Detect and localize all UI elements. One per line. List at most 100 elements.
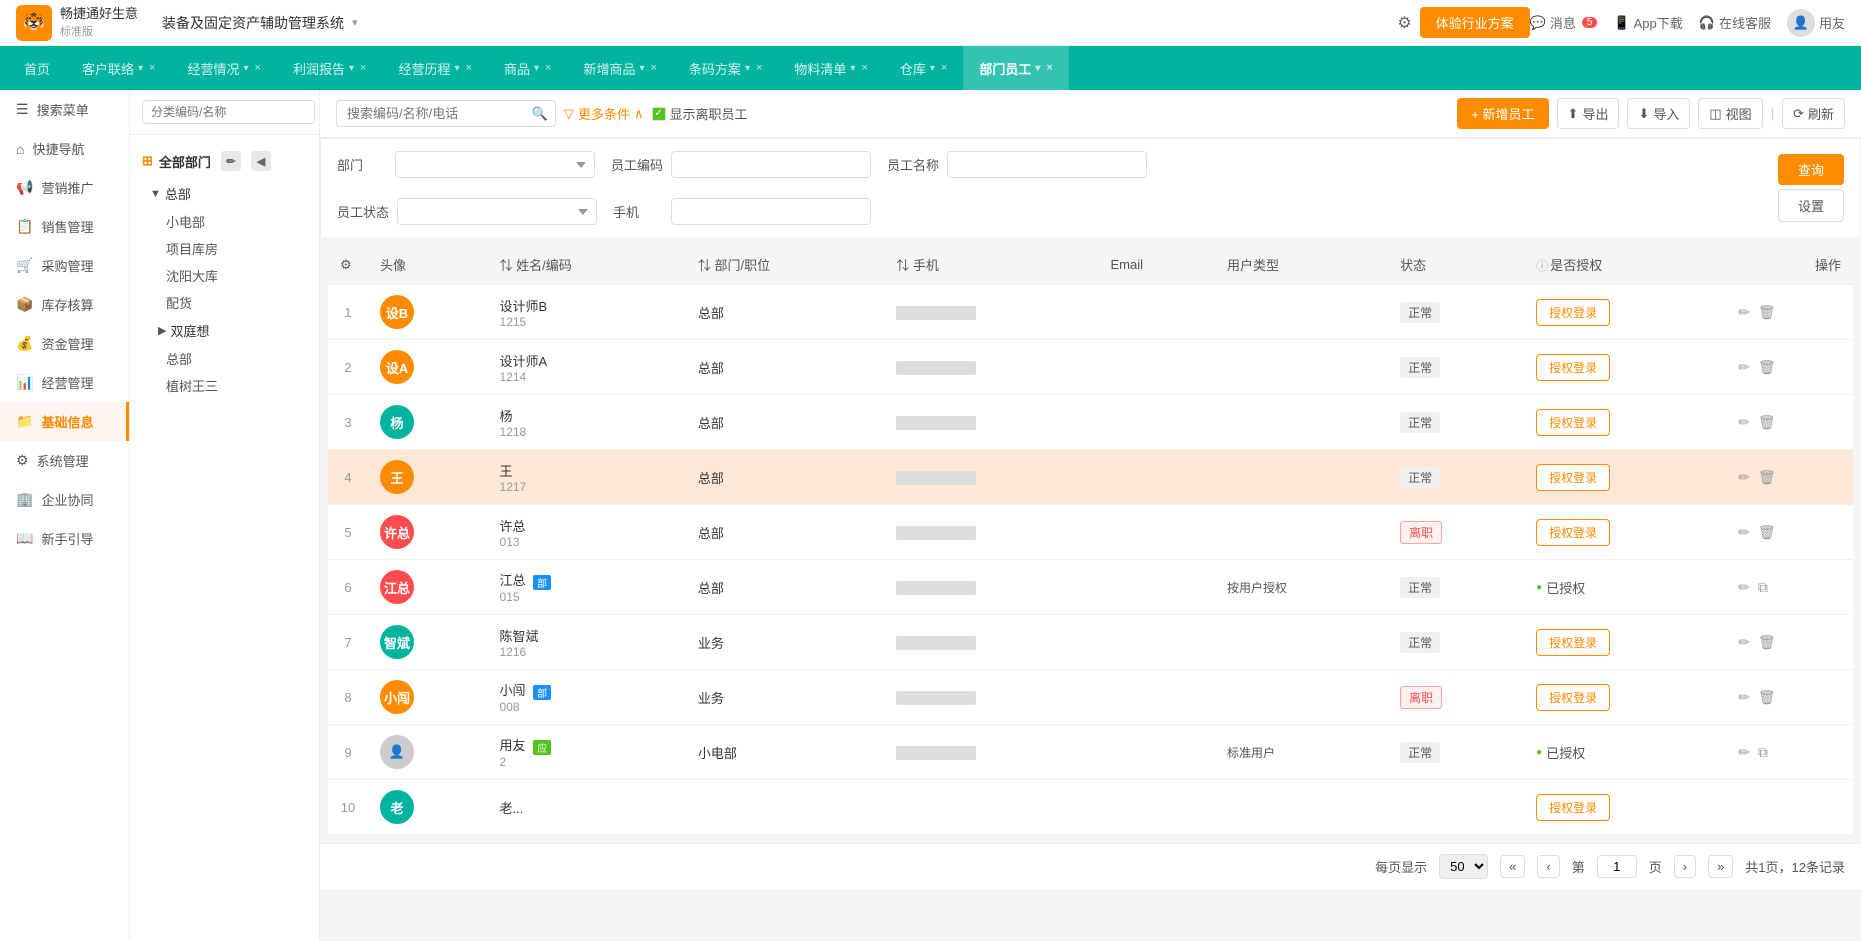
delete-button[interactable]: 🗑	[1758, 634, 1776, 651]
tab-close[interactable]: ×	[255, 62, 261, 74]
view-button[interactable]: ◫ 视图	[1698, 98, 1762, 129]
auth-button[interactable]: 授权登录	[1536, 519, 1610, 546]
dept-shenyang[interactable]: 沈阳大库	[138, 262, 319, 289]
tab-profit[interactable]: 利润报告 ▾ ×	[277, 46, 382, 90]
user-button[interactable]: 👤 用友	[1787, 9, 1845, 37]
dept-distribution[interactable]: 配货	[138, 289, 319, 316]
tab-customer[interactable]: 客户联络 ▾ ×	[66, 46, 171, 90]
import-button[interactable]: ⬇ 导入	[1627, 98, 1690, 129]
tab-add-goods[interactable]: 新增商品 ▾ ×	[567, 46, 672, 90]
emp-code-filter-input[interactable]	[671, 151, 871, 178]
dept-edit-icon[interactable]: ✏	[221, 151, 241, 171]
tab-close[interactable]: ×	[149, 62, 155, 74]
sidebar-item-basic-info[interactable]: 📁 基础信息	[0, 402, 129, 441]
edit-button[interactable]: ✏	[1738, 304, 1750, 321]
filter-search-button[interactable]: 查询	[1778, 154, 1844, 185]
message-button[interactable]: 💬 消息 5	[1530, 13, 1598, 32]
tab-close[interactable]: ×	[545, 62, 551, 74]
tab-close[interactable]: ×	[756, 62, 762, 74]
dept-small-elec[interactable]: 小电部	[138, 208, 319, 235]
auth-button[interactable]: 授权登录	[1536, 794, 1610, 821]
dept-project-warehouse[interactable]: 项目库房	[138, 235, 319, 262]
refresh-button[interactable]: ⟳ 刷新	[1782, 98, 1845, 129]
delete-button[interactable]: 🗑	[1758, 524, 1776, 541]
auth-button[interactable]: 授权登录	[1536, 629, 1610, 656]
tab-barcode[interactable]: 条码方案 ▾ ×	[673, 46, 778, 90]
auth-button[interactable]: 授权登录	[1536, 354, 1610, 381]
tab-home[interactable]: 首页	[8, 46, 66, 90]
sidebar-item-marketing[interactable]: 📢 营销推广	[0, 168, 129, 207]
auth-button[interactable]: 授权登录	[1536, 299, 1610, 326]
sidebar-item-inventory[interactable]: 📦 库存核算	[0, 285, 129, 324]
show-resigned-toggle[interactable]: ✓ 显示离职员工	[652, 104, 748, 123]
sidebar-item-finance[interactable]: 💰 资金管理	[0, 324, 129, 363]
sidebar-item-sales[interactable]: 📋 销售管理	[0, 207, 129, 246]
tab-close[interactable]: ×	[861, 62, 867, 74]
dept-filter-select[interactable]	[395, 151, 595, 178]
sidebar-item-enterprise[interactable]: 🏢 企业协同	[0, 480, 129, 519]
sidebar-item-purchase[interactable]: 🛒 采购管理	[0, 246, 129, 285]
edit-button[interactable]: ✏	[1738, 634, 1750, 651]
page-number-input[interactable]	[1597, 855, 1637, 878]
filter-set-button[interactable]: 设置	[1778, 189, 1844, 222]
edit-button[interactable]: ✏	[1738, 744, 1750, 761]
col-settings[interactable]: ⚙	[328, 245, 368, 285]
dept-search-input[interactable]	[142, 100, 315, 124]
more-filter-button[interactable]: ▽ 更多条件 ∧	[564, 104, 644, 123]
app-download-button[interactable]: 📱 App下载	[1613, 13, 1682, 32]
sidebar-item-operations[interactable]: 📊 经营管理	[0, 363, 129, 402]
system-dropdown-arrow[interactable]: ▾	[352, 16, 358, 29]
delete-button[interactable]: 🗑	[1758, 689, 1776, 706]
dept-collapse-btn[interactable]: ◀	[251, 151, 271, 171]
tab-close[interactable]: ×	[466, 62, 472, 74]
auth-button[interactable]: 授权登录	[1536, 464, 1610, 491]
add-employee-button[interactable]: + 新增员工	[1457, 98, 1548, 129]
edit-button[interactable]: ✏	[1738, 359, 1750, 376]
phone-filter-input[interactable]	[671, 198, 871, 225]
search-input[interactable]	[336, 100, 556, 127]
edit-button[interactable]: ✏	[1738, 579, 1750, 596]
emp-status-filter-select[interactable]	[397, 198, 597, 225]
edit-button[interactable]: ✏	[1738, 414, 1750, 431]
emp-name-filter-input[interactable]	[947, 151, 1147, 178]
dept-headquarters-child[interactable]: 总部	[138, 345, 319, 372]
dept-double-think[interactable]: ▶ 双庭想	[138, 316, 319, 345]
dept-headquarters[interactable]: ▼ 总部	[138, 179, 319, 208]
delete-button[interactable]: 🗑	[1758, 304, 1776, 321]
prev-page-button[interactable]: ‹	[1537, 855, 1559, 878]
sidebar-item-search[interactable]: ☰ 搜索菜单	[0, 90, 129, 129]
last-page-button[interactable]: »	[1708, 855, 1733, 878]
gear-button[interactable]: ⚙	[1389, 9, 1419, 37]
tab-close[interactable]: ×	[650, 62, 656, 74]
tab-history[interactable]: 经营历程 ▾ ×	[382, 46, 487, 90]
edit-button[interactable]: ✏	[1738, 689, 1750, 706]
col-phone[interactable]: ⇅ 手机	[884, 245, 1098, 285]
delete-button[interactable]: 🗑	[1758, 414, 1776, 431]
export-button[interactable]: ⬆ 导出	[1557, 98, 1620, 129]
tab-employees[interactable]: 部门员工 ▾ ×	[963, 46, 1068, 90]
auth-button[interactable]: 授权登录	[1536, 684, 1610, 711]
trial-button[interactable]: 体验行业方案	[1420, 7, 1530, 38]
page-size-select[interactable]: 50	[1439, 854, 1488, 879]
col-dept[interactable]: ⇅ 部门/职位	[686, 245, 884, 285]
tab-close[interactable]: ×	[360, 62, 366, 74]
sidebar-item-guide[interactable]: 📖 新手引导	[0, 519, 129, 558]
delete-button[interactable]: 🗑	[1758, 469, 1776, 486]
tab-operations[interactable]: 经营情况 ▾ ×	[172, 46, 277, 90]
first-page-button[interactable]: «	[1500, 855, 1525, 878]
online-service-button[interactable]: 🎧 在线客服	[1699, 13, 1771, 32]
tab-warehouse[interactable]: 仓库 ▾ ×	[884, 46, 963, 90]
resigned-checkbox[interactable]: ✓	[652, 107, 666, 121]
auth-button[interactable]: 授权登录	[1536, 409, 1610, 436]
col-name[interactable]: ⇅ 姓名/编码	[488, 245, 686, 285]
sidebar-item-system[interactable]: ⚙ 系统管理	[0, 441, 129, 480]
dept-all-item[interactable]: ⊞ 全部部门 ✏ ◀	[130, 143, 319, 179]
delete-button[interactable]: 🗑	[1758, 359, 1776, 376]
copy-button[interactable]: ⧉	[1758, 579, 1768, 596]
dept-plant-tree[interactable]: 植树王三	[138, 372, 319, 399]
edit-button[interactable]: ✏	[1738, 469, 1750, 486]
edit-button[interactable]: ✏	[1738, 524, 1750, 541]
tab-goods[interactable]: 商品 ▾ ×	[488, 46, 567, 90]
copy-button[interactable]: ⧉	[1758, 744, 1768, 761]
tab-bom[interactable]: 物料清单 ▾ ×	[778, 46, 883, 90]
